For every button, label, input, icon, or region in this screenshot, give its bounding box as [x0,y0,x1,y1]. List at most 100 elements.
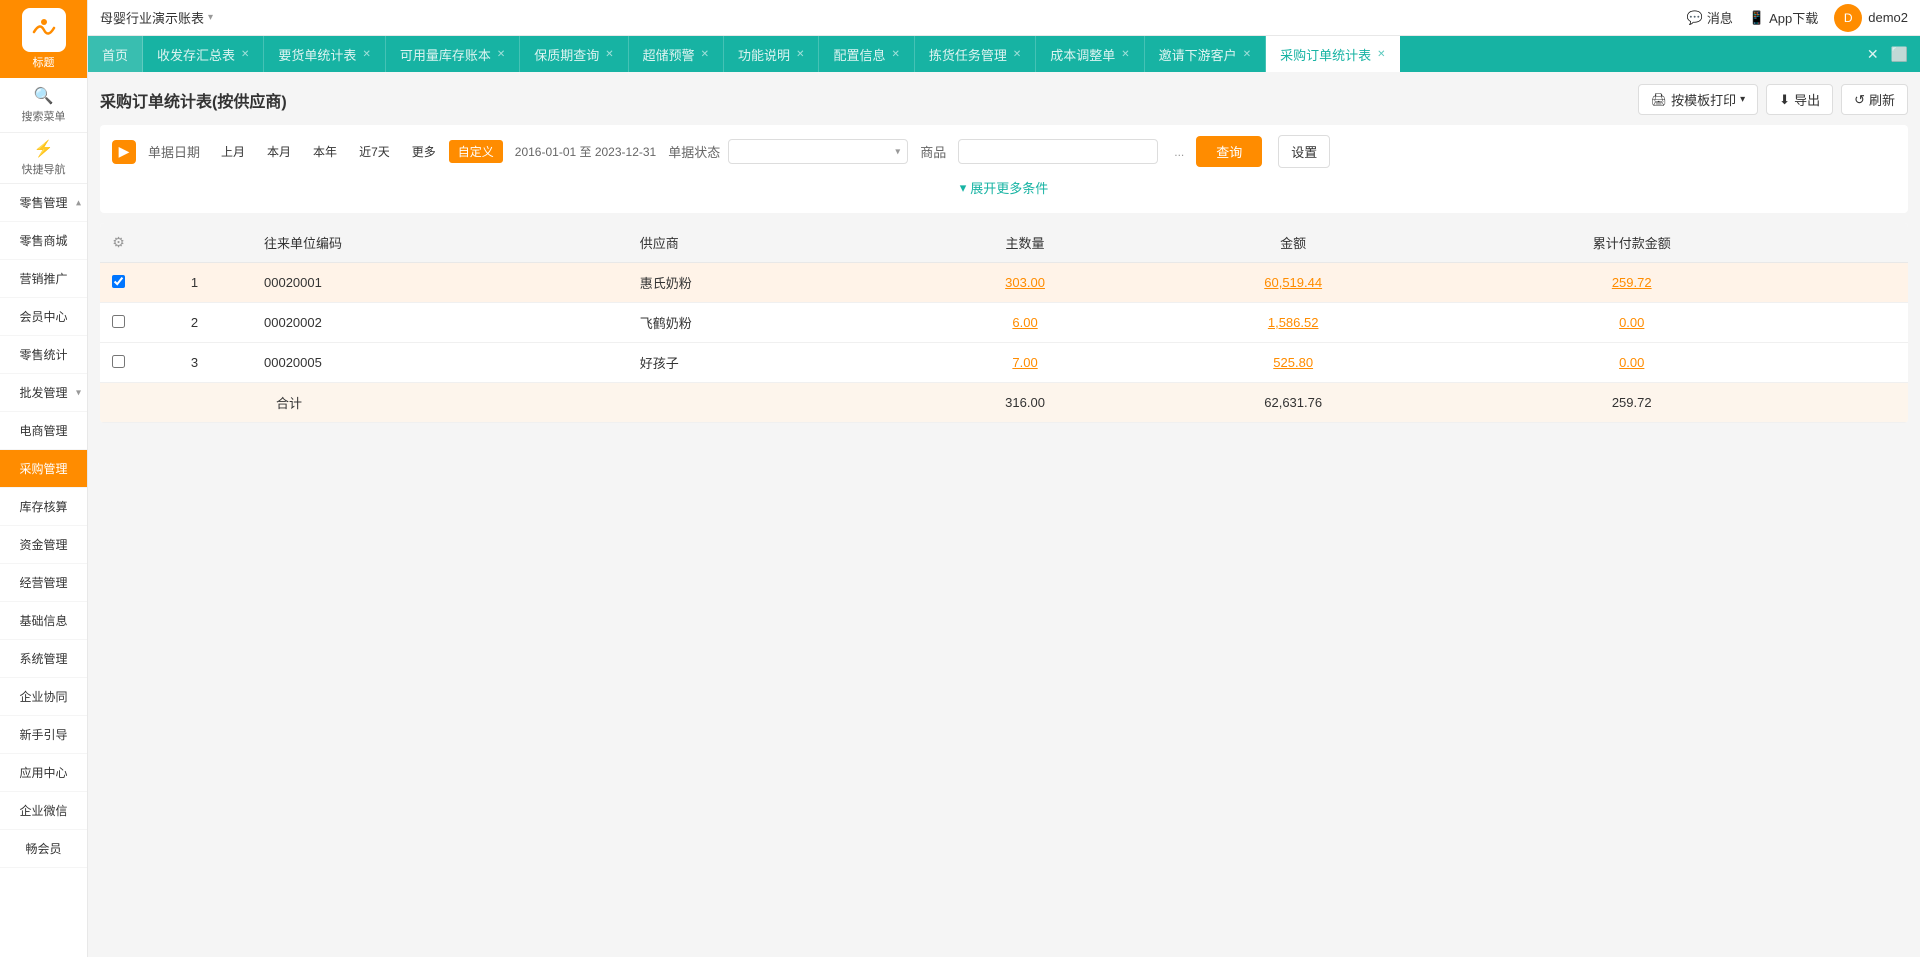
data-table-wrap: ⚙ 往来单位编码 供应商 主数量 金额 累计付款金额 1 00020001 惠氏… [100,223,1908,423]
tab-config[interactable]: 配置信息 ✕ [819,36,914,72]
date-quick-buttons: 上月 本月 本年 近7天 更多 自定义 [212,140,503,163]
row-paid: 0.00 [1444,303,1820,343]
sidebar-item-member[interactable]: 会员中心 [0,298,87,336]
chevron-down-icon: ▾ [76,387,81,398]
print-button[interactable]: 🖨 按模板打印 ▾ [1638,84,1759,115]
table-row[interactable]: 3 00020005 好孩子 7.00 525.80 0.00 [100,343,1908,383]
goods-filter-more-btn[interactable]: ... [1174,145,1184,159]
page-title: 采购订单统计表(按供应商) [100,88,287,112]
filter-area: ▶ 单据日期 上月 本月 本年 近7天 更多 自定义 2016-01-01 至 … [100,125,1908,213]
tab-funchelp[interactable]: 功能说明 ✕ [724,36,819,72]
sidebar-item-quicknav[interactable]: ⚡ 快捷导航 [0,133,87,184]
data-table: ⚙ 往来单位编码 供应商 主数量 金额 累计付款金额 1 00020001 惠氏… [100,223,1908,423]
date-btn-more[interactable]: 更多 [403,140,445,163]
goods-filter-input[interactable] [958,139,1158,164]
date-btn-custom[interactable]: 自定义 [449,140,503,163]
topbar-app-download-btn[interactable]: 📱 App下载 [1749,8,1818,27]
tab-close-funchelp[interactable]: ✕ [796,49,804,60]
tab-available[interactable]: 可用量库存账本 ✕ [386,36,520,72]
settings-button[interactable]: 设置 [1278,135,1330,168]
sidebar-item-system[interactable]: 系统管理 [0,640,87,678]
refresh-label: 刷新 [1869,90,1895,109]
sidebar-item-basic[interactable]: 基础信息 [0,602,87,640]
footer-extra [1820,383,1908,423]
tabbar: 首页 收发存汇总表 ✕ 要货单统计表 ✕ 可用量库存账本 ✕ 保质期查询 ✕ 超… [88,36,1920,72]
date-btn-this-month[interactable]: 本月 [258,140,300,163]
sidebar-item-appcenter[interactable]: 应用中心 [0,754,87,792]
tab-purchase-stat-label: 要货单统计表 [278,45,356,64]
row-qty: 303.00 [908,263,1143,303]
topbar-user[interactable]: D demo2 [1834,4,1908,32]
sidebar-item-vip[interactable]: 畅会员 [0,830,87,868]
footer-amount: 62,631.76 [1142,383,1443,423]
sidebar-item-operations[interactable]: 经营管理 [0,564,87,602]
row-checkbox[interactable] [100,343,137,383]
date-btn-7days[interactable]: 近7天 [350,140,399,163]
page-header: 采购订单统计表(按供应商) 🖨 按模板打印 ▾ ⬇ 导出 ↺ 刷新 [100,84,1908,115]
tab-home[interactable]: 首页 [88,36,143,72]
sidebar-item-retail-shop[interactable]: 零售商城 [0,222,87,260]
date-btn-this-year[interactable]: 本年 [304,140,346,163]
tab-receive[interactable]: 收发存汇总表 ✕ [143,36,264,72]
refresh-button[interactable]: ↺ 刷新 [1841,84,1908,115]
tab-close-purchase-stat[interactable]: ✕ [362,49,370,60]
filter-expand-btn[interactable]: ▾ 展开更多条件 [112,172,1896,203]
tab-close-warranty[interactable]: ✕ [605,49,613,60]
tab-close-all-btn[interactable]: ✕ [1863,42,1883,67]
sidebar-item-search[interactable]: 🔍 搜索菜单 [0,78,87,133]
sidebar-item-enterprise[interactable]: 企业协同 [0,678,87,716]
expand-label: 展开更多条件 [970,178,1048,197]
tab-overstock[interactable]: 超储预警 ✕ [629,36,724,72]
sidebar-item-purchase[interactable]: 采购管理 [0,450,87,488]
tab-maximize-btn[interactable]: ⬜ [1887,42,1912,67]
gear-icon[interactable]: ⚙ [112,234,125,250]
dropdown-arrow-icon: ▾ [208,12,213,23]
filter-toggle-btn[interactable]: ▶ [112,140,136,164]
tab-available-label: 可用量库存账本 [400,45,491,64]
tab-close-pick-task[interactable]: ✕ [1013,49,1021,60]
tab-close-invite[interactable]: ✕ [1243,49,1251,60]
search-button[interactable]: 查询 [1196,136,1262,167]
export-button[interactable]: ⬇ 导出 [1766,84,1833,115]
tab-close-receive[interactable]: ✕ [241,49,249,60]
row-checkbox[interactable] [100,263,137,303]
tab-invite[interactable]: 邀请下游客户 ✕ [1145,36,1266,72]
tab-close-purchase-order-stat[interactable]: ✕ [1377,49,1385,60]
username-label: demo2 [1868,10,1908,25]
topbar-message-btn[interactable]: 💬 消息 [1687,8,1733,27]
sidebar-item-ecommerce[interactable]: 电商管理 [0,412,87,450]
tab-close-available[interactable]: ✕ [497,49,505,60]
app-logo-icon [22,8,66,52]
row-amount: 525.80 [1142,343,1443,383]
table-row[interactable]: 2 00020002 飞鹤奶粉 6.00 1,586.52 0.00 [100,303,1908,343]
sidebar-item-inventory[interactable]: 库存核算 [0,488,87,526]
sidebar-item-wholesale[interactable]: 批发管理 ▾ [0,374,87,412]
workspace-dropdown[interactable]: 母婴行业演示账表 ▾ [100,8,213,27]
tab-purchase-order-stat[interactable]: 采购订单统计表 ✕ [1266,36,1400,72]
tab-warranty[interactable]: 保质期查询 ✕ [520,36,628,72]
date-filter-label: 单据日期 [148,142,200,161]
tab-close-overstock[interactable]: ✕ [701,49,709,60]
table-body: 1 00020001 惠氏奶粉 303.00 60,519.44 259.72 … [100,263,1908,383]
tab-close-config[interactable]: ✕ [891,49,899,60]
tab-pick-task[interactable]: 拣货任务管理 ✕ [915,36,1036,72]
status-select[interactable] [728,139,908,164]
sidebar-item-retail[interactable]: 零售管理 ▴ [0,184,87,222]
expand-icon: ▾ [960,180,967,196]
sidebar-logo[interactable]: 标题 [0,0,87,78]
sidebar-item-wechat[interactable]: 企业微信 [0,792,87,830]
sidebar-item-marketing[interactable]: 营销推广 [0,260,87,298]
table-row[interactable]: 1 00020001 惠氏奶粉 303.00 60,519.44 259.72 [100,263,1908,303]
date-btn-last-month[interactable]: 上月 [212,140,254,163]
sidebar-item-finance[interactable]: 资金管理 [0,526,87,564]
row-checkbox[interactable] [100,303,137,343]
sidebar-item-retail-stat[interactable]: 零售统计 [0,336,87,374]
tab-close-cost-adjust[interactable]: ✕ [1121,49,1129,60]
tab-cost-adjust[interactable]: 成本调整单 ✕ [1036,36,1144,72]
printer-icon: 🖨 [1651,92,1668,108]
sidebar-item-newguide[interactable]: 新手引导 [0,716,87,754]
tab-purchase-stat[interactable]: 要货单统计表 ✕ [264,36,385,72]
row-unit-code: 00020002 [252,303,628,343]
th-unit-code: 往来单位编码 [252,223,628,263]
tab-overstock-label: 超储预警 [643,45,695,64]
